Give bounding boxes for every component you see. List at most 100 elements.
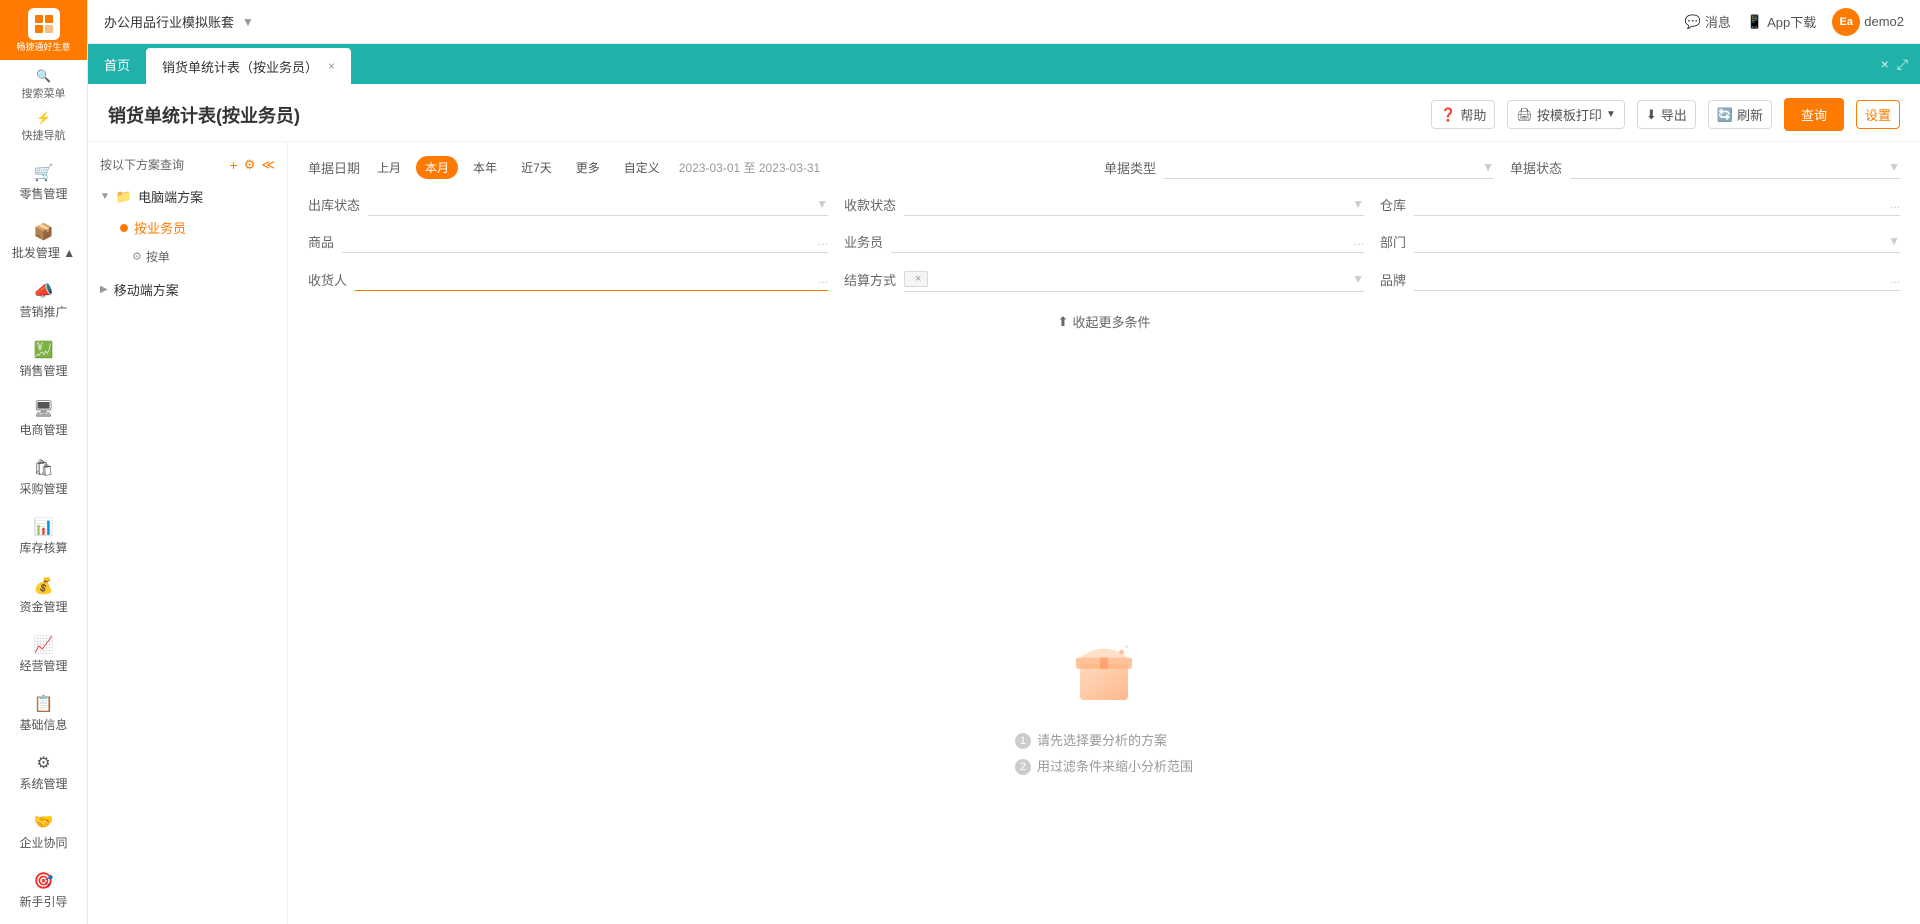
tip-num-2: 2 — [1015, 759, 1031, 775]
warehouse-control[interactable]: ... — [1414, 193, 1900, 216]
tab-home[interactable]: 首页 — [88, 44, 146, 84]
empty-tip-2: 2 用过滤条件来缩小分析范围 — [1015, 754, 1193, 780]
scheme-item-by-salesman[interactable]: 按业务员 — [88, 212, 287, 243]
scheme-add-icon[interactable]: + — [230, 157, 238, 173]
message-label: 消息 — [1705, 12, 1731, 31]
department-control[interactable]: ▼ — [1414, 230, 1900, 253]
page-container: 销货单统计表(按业务员) ❓ 帮助 🖨 按模板打印 ▼ ⬇ 导出 🔄 刷新 — [88, 84, 1920, 924]
payment-status-control[interactable]: ▼ — [904, 193, 1364, 216]
scheme-collapse-icon[interactable]: ≪ — [261, 157, 275, 173]
date-btn-custom[interactable]: 自定义 — [615, 156, 669, 179]
salesman-control[interactable]: ... — [891, 230, 1364, 253]
refresh-btn[interactable]: 🔄 刷新 — [1708, 100, 1772, 129]
settlement-tag-close[interactable]: × — [915, 273, 921, 285]
sales-label: 销售管理 — [4, 362, 83, 379]
sidebar-item-system[interactable]: ⚙ 系统管理 — [0, 743, 87, 802]
receiver-control[interactable]: ... — [355, 268, 828, 291]
tip-1-text: 请先选择要分析的方案 — [1037, 728, 1167, 754]
app-logo: 畅捷通好生意 — [0, 0, 88, 60]
salesman-ellipsis[interactable]: ... — [1354, 234, 1364, 248]
mobile-group-label: 移动端方案 — [114, 280, 179, 299]
date-btn-this-month[interactable]: 本月 — [416, 156, 458, 179]
filter-warehouse-item: 仓库 ... — [1380, 193, 1900, 216]
scheme-salesman-label: 按业务员 — [134, 218, 186, 237]
date-btn-last-month[interactable]: 上月 — [368, 156, 410, 179]
out-status-inner: ▼ — [368, 197, 828, 211]
tab-close-all-icon[interactable]: × — [1881, 56, 1889, 72]
print-label: 按模板打印 — [1537, 105, 1602, 124]
scheme-group-mobile-title[interactable]: ▶ 移动端方案 — [88, 274, 287, 305]
out-status-control[interactable]: ▼ — [368, 193, 828, 216]
filter-settlement-item: 结算方式 × ▼ — [844, 267, 1364, 292]
newbie-icon: 🎯 — [4, 871, 83, 891]
system-icon: ⚙ — [4, 753, 83, 773]
sidebar-item-newbie[interactable]: 🎯 新手引导 — [0, 861, 87, 920]
mobile-group-arrow: ▶ — [100, 284, 108, 295]
doc-status-arrow: ▼ — [1888, 160, 1900, 174]
breadcrumb-arrow-icon: ▼ — [242, 15, 254, 29]
app-download-btn[interactable]: 📱 App下载 — [1747, 12, 1816, 31]
goods-ellipsis[interactable]: ... — [818, 234, 828, 248]
sidebar-item-purchase[interactable]: 🛍 采购管理 — [0, 448, 87, 507]
retail-icon: 🛒 — [4, 163, 83, 183]
scheme-item-by-doc[interactable]: ⚙ 按单 — [88, 243, 287, 270]
collapse-btn[interactable]: ⬆ 收起更多条件 — [1058, 312, 1151, 331]
inventory-icon: 📊 — [4, 517, 83, 537]
brand-control[interactable]: ... — [1414, 268, 1900, 291]
doc-type-control[interactable]: ▼ — [1164, 156, 1494, 179]
sidebar-item-marketing[interactable]: 📣 营销推广 — [0, 271, 87, 330]
date-btn-more[interactable]: 更多 — [567, 156, 609, 179]
date-btn-this-year[interactable]: 本年 — [464, 156, 506, 179]
sidebar-item-operation[interactable]: 📈 经营管理 — [0, 625, 87, 684]
collapse-arrow-icon: ⬆ — [1058, 314, 1069, 330]
page-title: 销货单统计表(按业务员) — [108, 102, 300, 128]
sidebar-item-finance[interactable]: 💰 资金管理 — [0, 566, 87, 625]
tab-fullscreen-icon[interactable]: ⤢ — [1897, 56, 1908, 73]
tip-2-text: 用过滤条件来缩小分析范围 — [1037, 754, 1193, 780]
filter-panel: 单据日期 上月 本月 本年 近7天 更多 自定义 2023-03-01 至 20… — [288, 142, 1920, 487]
sidebar-item-basic[interactable]: 📋 基础信息 — [0, 684, 87, 743]
print-btn[interactable]: 🖨 按模板打印 ▼ — [1507, 100, 1624, 129]
export-btn[interactable]: ⬇ 导出 — [1637, 100, 1696, 129]
settlement-control[interactable]: × ▼ — [904, 267, 1364, 292]
brand-ellipsis[interactable]: ... — [1890, 272, 1900, 286]
receiver-inner: ... — [355, 272, 828, 286]
brand-inner: ... — [1414, 272, 1900, 286]
tab-report[interactable]: 销货单统计表（按业务员） × — [146, 48, 351, 84]
sidebar-item-sales[interactable]: 💹 销售管理 — [0, 330, 87, 389]
filter-results-area: 单据日期 上月 本月 本年 近7天 更多 自定义 2023-03-01 至 20… — [288, 142, 1920, 924]
sidebar-item-apps[interactable]: 🗂 应用中心 — [0, 920, 87, 924]
search-menu-item[interactable]: 🔍 搜索菜单 — [0, 60, 87, 105]
receiver-ellipsis[interactable]: ... — [818, 272, 828, 286]
filter-salesman-item: 业务员 ... — [844, 230, 1364, 253]
tab-bar: 首页 销货单统计表（按业务员） × × ⤢ — [88, 44, 1920, 84]
message-btn[interactable]: 💬 消息 — [1685, 12, 1731, 31]
sidebar-item-wholesale[interactable]: 📦 批发管理 ▲ — [0, 212, 87, 271]
quick-nav-icon: ⚡ — [36, 111, 51, 125]
enterprise-icon: 🤝 — [4, 812, 83, 832]
payment-status-label: 收款状态 — [844, 195, 896, 214]
warehouse-ellipsis[interactable]: ... — [1890, 197, 1900, 211]
date-label: 单据日期 — [308, 158, 360, 177]
scheme-group-pc-title[interactable]: ▼ 📁 电脑端方案 — [88, 181, 287, 212]
tab-close-icon[interactable]: × — [328, 59, 335, 73]
sidebar-item-enterprise[interactable]: 🤝 企业协同 — [0, 802, 87, 861]
settings-btn[interactable]: 设置 — [1856, 100, 1900, 129]
sidebar-item-retail[interactable]: 🛒 零售管理 — [0, 153, 87, 212]
ecom-icon: 🖥 — [4, 399, 83, 419]
filter-row-1: 单据日期 上月 本月 本年 近7天 更多 自定义 2023-03-01 至 20… — [308, 156, 1900, 179]
sidebar-item-inventory[interactable]: 📊 库存核算 — [0, 507, 87, 566]
department-inner: ▼ — [1414, 234, 1900, 248]
query-label: 查询 — [1801, 105, 1827, 124]
scheme-panel-title: 按以下方案查询 — [100, 156, 184, 173]
help-btn[interactable]: ❓ 帮助 — [1431, 100, 1495, 129]
goods-control[interactable]: ... — [342, 230, 828, 253]
main-area: 办公用品行业模拟账套 ▼ 💬 消息 📱 App下载 Ea demo2 首页 — [88, 0, 1920, 924]
date-btn-7days[interactable]: 近7天 — [512, 156, 561, 179]
doc-status-control[interactable]: ▼ — [1570, 156, 1900, 179]
sidebar-item-ecom[interactable]: 🖥 电商管理 — [0, 389, 87, 448]
query-btn[interactable]: 查询 — [1784, 98, 1844, 131]
quick-nav-item[interactable]: ⚡ 快捷导航 — [0, 105, 87, 149]
scheme-settings-icon[interactable]: ⚙ — [244, 157, 256, 173]
user-profile-btn[interactable]: Ea demo2 — [1832, 8, 1904, 36]
